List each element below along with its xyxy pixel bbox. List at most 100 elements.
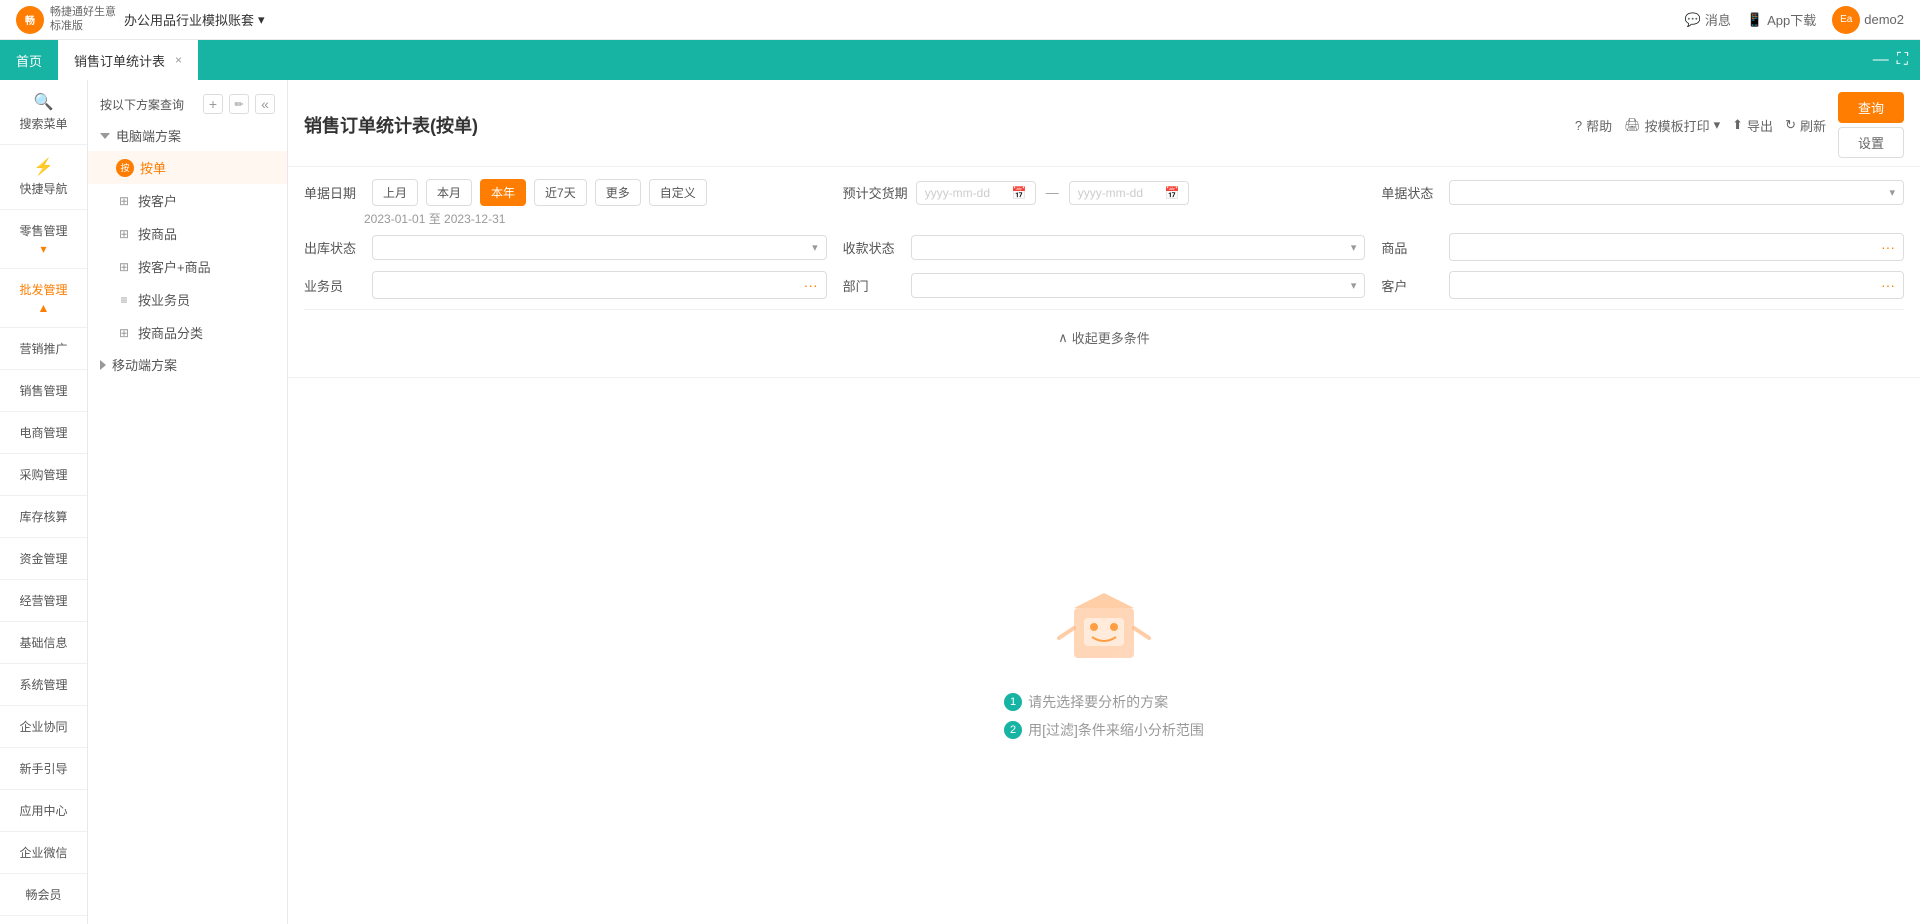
collapse-icon: « — [261, 96, 269, 112]
refresh-button[interactable]: ↻ 刷新 — [1785, 116, 1826, 135]
product-input[interactable]: ··· — [1449, 233, 1904, 261]
pc-scheme-group-title[interactable]: 电脑端方案 — [88, 120, 287, 151]
sidebar-item-wholesale[interactable]: 批发管理 ▲ — [0, 269, 87, 328]
maximize-icon[interactable]: ⛶ — [1897, 51, 1908, 69]
collapse-row: ∧ 收起更多条件 — [304, 309, 1904, 365]
top-bar-left: 畅 畅捷通好生意 标准版 办公用品行业模拟账套 ▾ — [16, 6, 265, 34]
salesman-input[interactable]: ··· — [372, 271, 827, 299]
help-button[interactable]: ? 帮助 — [1575, 116, 1612, 135]
salesman-label: 业务员 — [304, 276, 364, 295]
page-header: 销售订单统计表(按单) ? 帮助 🖨 按模板打印 ▾ ⬆ 导出 — [288, 80, 1920, 167]
date-buttons-row: 上月 本月 本年 近7天 更多 自定义 — [372, 179, 707, 206]
print-button[interactable]: 🖨 按模板打印 ▾ — [1624, 116, 1720, 135]
chevron-up-icon: ▲ — [38, 301, 50, 315]
empty-tip-1: 1 请先选择要分析的方案 — [1004, 692, 1204, 712]
collapse-more-button[interactable]: ∧ 收起更多条件 — [1058, 328, 1150, 347]
dept-select[interactable]: ▾ — [911, 273, 1366, 298]
expected-date-label: 预计交货期 — [843, 183, 908, 202]
calendar-icon-end: 📅 — [1165, 186, 1180, 200]
scheme-order-icon: 按 — [116, 159, 134, 177]
salesman-more-icon[interactable]: ··· — [804, 277, 818, 293]
dept-label: 部门 — [843, 276, 903, 295]
refresh-icon: ↻ — [1785, 117, 1796, 133]
date-range-display: 2023-01-01 至 2023-12-31 — [364, 212, 505, 226]
sidebar-item-basic[interactable]: 基础信息 — [0, 622, 87, 664]
order-status-select[interactable]: ▾ — [1449, 180, 1904, 205]
expected-date-end[interactable]: yyyy-mm-dd 📅 — [1069, 181, 1189, 205]
tab-home[interactable]: 首页 — [0, 40, 58, 80]
sidebar-item-wechat[interactable]: 企业微信 — [0, 832, 87, 874]
sidebar-item-search[interactable]: 🔍 搜索菜单 — [0, 80, 87, 145]
scheme-item-product[interactable]: ⊞ 按商品 — [88, 217, 287, 250]
scheme-item-order[interactable]: 按 按单 — [88, 151, 287, 184]
sidebar-item-retail[interactable]: 零售管理 ▾ — [0, 210, 87, 269]
setup-button[interactable]: 设置 — [1838, 127, 1904, 158]
sidebar-item-purchase[interactable]: 采购管理 — [0, 454, 87, 496]
download-icon: 📱 — [1747, 12, 1763, 28]
scheme-item-category[interactable]: ⊞ 按商品分类 — [88, 316, 287, 349]
dept-arrow: ▾ — [1351, 279, 1357, 292]
payment-status-select[interactable]: ▾ — [911, 235, 1366, 260]
message-icon: 💬 — [1685, 12, 1701, 28]
product-more-icon[interactable]: ··· — [1881, 239, 1895, 255]
chevron-down-icon: ▾ — [40, 242, 46, 256]
sidebar-item-sales[interactable]: 销售管理 — [0, 370, 87, 412]
expected-date-group: 预计交货期 yyyy-mm-dd 📅 — yyyy-mm-dd 📅 — [843, 181, 1366, 205]
empty-tip-2: 2 用[过滤]条件来缩小分析范围 — [1004, 720, 1204, 740]
sidebar-item-corp-collab[interactable]: 企业协同 — [0, 706, 87, 748]
sidebar-item-app-center[interactable]: 应用中心 — [0, 790, 87, 832]
page-title: 销售订单统计表(按单) — [304, 112, 478, 138]
sidebar-item-ecommerce[interactable]: 电商管理 — [0, 412, 87, 454]
sidebar-item-operation[interactable]: 经营管理 — [0, 580, 87, 622]
minimize-icon[interactable]: — — [1873, 51, 1889, 69]
expand-icon — [100, 133, 110, 139]
sidebar-item-nav[interactable]: ⚡ 快捷导航 — [0, 145, 87, 210]
search-icon: 🔍 — [34, 92, 54, 112]
mobile-scheme-group-title[interactable]: 移动端方案 — [88, 349, 287, 380]
delivery-status-section: 出库状态 ▾ — [304, 235, 827, 260]
date-btn-7days[interactable]: 近7天 — [534, 179, 587, 206]
tab-close-icon[interactable]: × — [175, 53, 182, 67]
product-label: 商品 — [1381, 238, 1441, 257]
pc-scheme-group: 电脑端方案 按 按单 ⊞ 按客户 ⊞ 按商品 ⊞ 按客户+商品 — [88, 120, 287, 349]
company-selector[interactable]: 办公用品行业模拟账套 ▾ — [124, 10, 265, 29]
add-scheme-button[interactable]: + — [203, 94, 223, 114]
chevron-down-icon: ▾ — [258, 12, 265, 28]
date-btn-this-year[interactable]: 本年 — [480, 179, 526, 206]
order-status-section: 单据状态 ▾ — [1381, 180, 1904, 205]
collapse-panel-button[interactable]: « — [255, 94, 275, 114]
sidebar-item-finance[interactable]: 资金管理 — [0, 538, 87, 580]
sidebar-item-inventory[interactable]: 库存核算 — [0, 496, 87, 538]
payment-arrow: ▾ — [1351, 241, 1357, 254]
date-divider: — — [1046, 185, 1059, 200]
message-button[interactable]: 💬 消息 — [1685, 10, 1731, 29]
collapse-up-icon: ∧ — [1058, 330, 1068, 346]
payment-status-section: 收款状态 ▾ — [843, 235, 1366, 260]
salesman-section: 业务员 ··· — [304, 271, 827, 299]
query-button[interactable]: 查询 — [1838, 92, 1904, 123]
sidebar-item-member[interactable]: 畅会员 — [0, 874, 87, 916]
scheme-product-icon: ⊞ — [116, 226, 132, 242]
sidebar-item-system[interactable]: 系统管理 — [0, 664, 87, 706]
customer-input[interactable]: ··· — [1449, 271, 1904, 299]
user-menu[interactable]: Ea demo2 — [1832, 6, 1904, 34]
delivery-status-select[interactable]: ▾ — [372, 235, 827, 260]
sidebar-item-newbie[interactable]: 新手引导 — [0, 748, 87, 790]
expected-date-start[interactable]: yyyy-mm-dd 📅 — [916, 181, 1036, 205]
scheme-item-customer-product[interactable]: ⊞ 按客户+商品 — [88, 250, 287, 283]
logo-text: 畅捷通好生意 标准版 — [50, 6, 116, 32]
calendar-icon: 📅 — [1012, 186, 1027, 200]
date-btn-last-month[interactable]: 上月 — [372, 179, 418, 206]
date-btn-custom[interactable]: 自定义 — [649, 179, 707, 206]
empty-svg-icon — [1049, 563, 1159, 673]
app-download-button[interactable]: 📱 App下载 — [1747, 10, 1816, 29]
sidebar-item-marketing[interactable]: 营销推广 — [0, 328, 87, 370]
edit-scheme-button[interactable]: ✏ — [229, 94, 249, 114]
date-btn-this-month[interactable]: 本月 — [426, 179, 472, 206]
customer-more-icon[interactable]: ··· — [1881, 277, 1895, 293]
scheme-item-salesman[interactable]: ≡ 按业务员 — [88, 283, 287, 316]
scheme-item-customer[interactable]: ⊞ 按客户 — [88, 184, 287, 217]
export-button[interactable]: ⬆ 导出 — [1732, 116, 1773, 135]
date-btn-more[interactable]: 更多 — [595, 179, 641, 206]
tab-current[interactable]: 销售订单统计表 × — [58, 40, 198, 80]
